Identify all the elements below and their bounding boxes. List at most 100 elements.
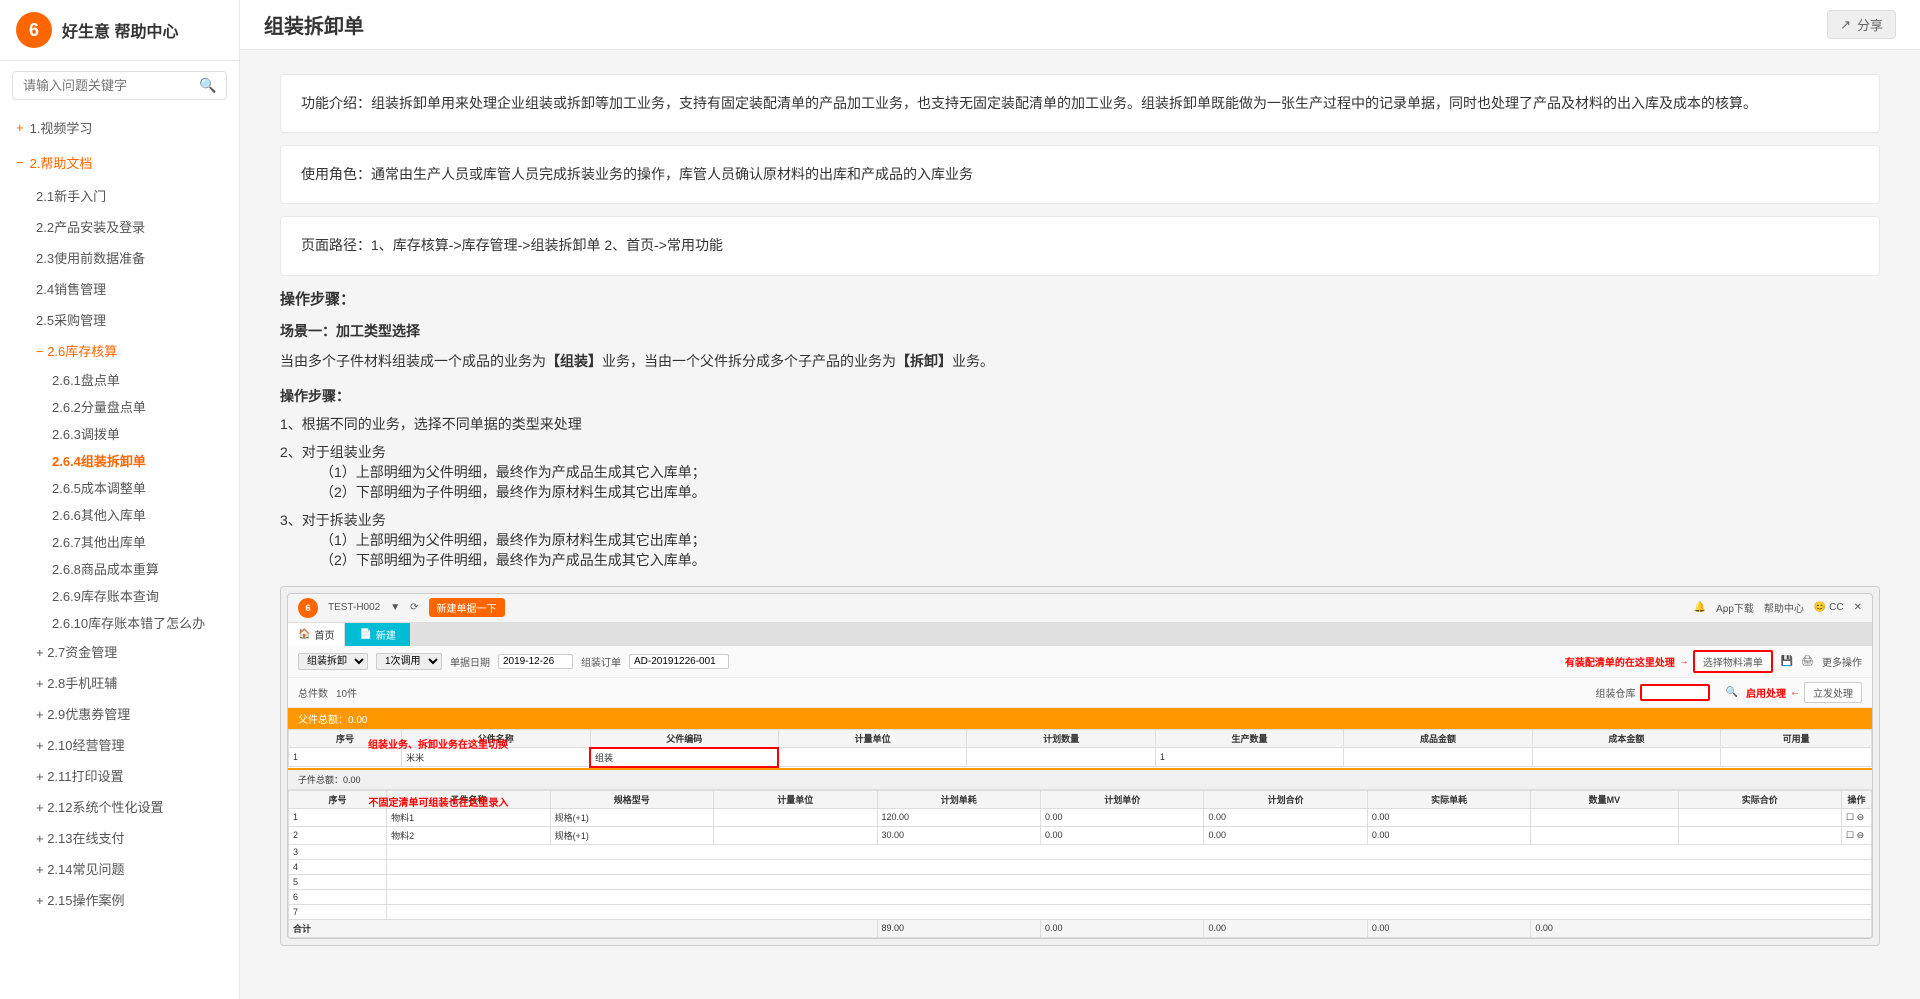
btd-total-label: 合计 — [289, 919, 878, 937]
nav-item-2-11[interactable]: + 2.11打印设置 — [0, 760, 239, 791]
td-top-pamt — [1344, 748, 1532, 767]
nav-item-2-6-4-active[interactable]: 2.6.4组装拆卸单 — [0, 447, 239, 474]
sim-new-btn[interactable]: 新建单据一下 — [429, 598, 505, 617]
sim-wh-input[interactable] — [1640, 684, 1710, 701]
nav-item-2-7[interactable]: + 2.7资金管理 — [0, 636, 239, 667]
nav-item-2-6-10[interactable]: 2.6.10库存账本错了怎么办 — [0, 609, 239, 636]
nav-item-2-4[interactable]: 2.4销售管理 — [0, 273, 239, 304]
btable-row-1: 1 物料1 规格(+1) 120.00 0.00 0.00 0.00 — [289, 808, 1872, 826]
bth-plan-total: 计划合价 — [1204, 790, 1367, 808]
content-area: 功能介绍：组装拆卸单用来处理企业组装或拆卸等加工业务，支持有固定装配清单的产品加… — [240, 50, 1920, 999]
th-avail: 可用量 — [1721, 729, 1872, 748]
sim-asm-input[interactable] — [629, 654, 729, 669]
nav-item-2-6-9[interactable]: 2.6.9库存账本查询 — [0, 582, 239, 609]
btd-total-2: 0.00 — [1040, 919, 1203, 937]
sim-date-label: 单据日期 — [450, 654, 490, 669]
sim-table-top: 序号 父件名称 父件编码 计量单位 计划数量 生产数量 成品金额 成本金额 可用… — [288, 729, 1872, 768]
nav-item-2-6[interactable]: − 2.6库存核算 — [0, 335, 239, 366]
sim-type-bar-label: 父件总额：0.00 — [298, 711, 367, 726]
step2-sub2: （2）下部明细为子件明细，最终作为原材料生成其它出库单。 — [320, 482, 1880, 502]
sim-nav-active[interactable]: 📄 新建 — [345, 623, 409, 646]
sim-type2-select[interactable]: 1次调用 — [376, 653, 442, 670]
nav-item-2-10[interactable]: + 2.10经营管理 — [0, 729, 239, 760]
sidebar: 6 好生意 帮助中心 🔍 + 1.视频学习 − 2.帮助文档 2.1新手入门 2… — [0, 0, 240, 999]
sim-print-icon: 🖨 — [1801, 656, 1814, 667]
path-text: 页面路径：1、库存核算->库存管理->组装拆卸单 2、首页->常用功能 — [301, 237, 723, 253]
sim-doc-icon: 📄 — [359, 629, 371, 640]
sim-help-icon: 帮助中心 — [1764, 600, 1804, 615]
btd-total-4: 0.00 — [1367, 919, 1530, 937]
btd-ops-2: ☐ ⊖ — [1842, 826, 1872, 844]
nav-item-2-6-8[interactable]: 2.6.8商品成本重算 — [0, 555, 239, 582]
sim-enable-btn[interactable]: 立发处理 — [1804, 682, 1862, 703]
arrow-enable: ← — [1790, 687, 1800, 698]
nav-item-2-8[interactable]: + 2.8手机旺辅 — [0, 667, 239, 698]
nav-item-2-15[interactable]: + 2.15操作案例 — [0, 884, 239, 915]
scenario1-desc: 当由多个子件材料组装成一个成品的业务为【组装】业务，当由一个父件拆分成多个子产品… — [280, 349, 1880, 374]
nav-item-2-5[interactable]: 2.5采购管理 — [0, 304, 239, 335]
nav-item-2-2[interactable]: 2.2产品安装及登录 — [0, 211, 239, 242]
td-top-unit — [778, 748, 966, 767]
sim-toolbar: 组装拆卸 1次调用 单据日期 组装订单 — [288, 646, 1872, 678]
btd-spec-2: 规格(+1) — [550, 826, 713, 844]
nav-item-2-3[interactable]: 2.3使用前数据准备 — [0, 242, 239, 273]
th-code: 父件编码 — [590, 729, 778, 748]
share-button[interactable]: ↗ 分享 — [1827, 10, 1896, 39]
nav-item-2-6-6[interactable]: 2.6.6其他入库单 — [0, 501, 239, 528]
step2-text: 2、对于组装业务 — [280, 442, 1880, 462]
nav-section-docs[interactable]: − 2.帮助文档 — [0, 145, 239, 180]
btable-row-4: 4 — [289, 859, 1872, 874]
arrow-bom: → — [1679, 656, 1689, 667]
annotation-switch: 组装业务、拆卸业务在这里切换 — [368, 736, 508, 751]
sidebar-header: 6 好生意 帮助中心 — [0, 0, 239, 61]
sim-type-select[interactable]: 组装拆卸 — [298, 653, 368, 670]
step3-text: 3、对于拆装业务 — [280, 510, 1880, 530]
sim-table-bottom: 序号 子件名称 规格型号 计量单位 计划单耗 计划单价 计划合价 实际单耗 数量… — [288, 790, 1872, 938]
nav-item-2-6-2[interactable]: 2.6.2分量盘点单 — [0, 393, 239, 420]
annotation-enable: 启用处理 — [1746, 685, 1786, 700]
step3-sub2-text: （2）下部明细为子件明细，最终作为产成品生成其它入库单。 — [320, 550, 1880, 570]
sim-bom-area: 有装配清单的在这里处理 → 选择物料清单 — [1565, 650, 1773, 673]
btable-row-3: 3 — [289, 844, 1872, 859]
nav-item-2-1[interactable]: 2.1新手入门 — [0, 180, 239, 211]
bth-spec: 规格型号 — [550, 790, 713, 808]
sim-qty-label: 总件数 — [298, 685, 328, 700]
btd-plan3-1: 0.00 — [1204, 808, 1367, 826]
sim-date-input[interactable] — [498, 654, 573, 669]
screenshot-wrapper: 6 TEST-H002 ▼ ⟳ 新建单据一下 🔔 App下载 帮助中心 😊 CC… — [280, 586, 1880, 946]
nav-item-2-13[interactable]: + 2.13在线支付 — [0, 822, 239, 853]
btable-footer: 合计 89.00 0.00 0.00 0.00 0.00 — [289, 919, 1872, 937]
nav-item-2-14[interactable]: + 2.14常见问题 — [0, 853, 239, 884]
search-box[interactable]: 🔍 — [12, 71, 227, 100]
nav-item-2-6-3[interactable]: 2.6.3调拨单 — [0, 420, 239, 447]
btd-spec-1: 规格(+1) — [550, 808, 713, 826]
search-input[interactable] — [23, 78, 199, 93]
annotation-nofixed: 不固定清单可组装也在这里录入 — [369, 794, 509, 809]
nav-item-2-9[interactable]: + 2.9优惠券管理 — [0, 698, 239, 729]
btd-plan1-2: 30.00 — [877, 826, 1040, 844]
td-top-camt — [1532, 748, 1720, 767]
sim-nav-home[interactable]: 🏠 首页 — [288, 623, 345, 646]
btd-plan2-1: 0.00 — [1040, 808, 1203, 826]
td-top-prod: 1 — [1155, 748, 1343, 767]
sim-bom-btn[interactable]: 选择物料清单 — [1693, 650, 1773, 673]
nav-item-2-6-1[interactable]: 2.6.1盘点单 — [0, 366, 239, 393]
sim-home-icon: 🏠 — [298, 629, 310, 640]
nav-item-2-6-7[interactable]: 2.6.7其他出库单 — [0, 528, 239, 555]
role-text: 使用角色：通常由生产人员或库管人员完成拆装业务的操作，库管人员确认原材料的出库和… — [301, 166, 973, 182]
nav-section-videos[interactable]: + 1.视频学习 — [0, 110, 239, 145]
th-unit: 计量单位 — [778, 729, 966, 748]
operations-title: 操作步骤： — [280, 288, 1880, 309]
nav-item-2-12[interactable]: + 2.12系统个性化设置 — [0, 791, 239, 822]
th-cost-amt: 成本金额 — [1532, 729, 1720, 748]
sim-enable-area: 组装仓库 — [1596, 684, 1710, 701]
btd-ops-1: ☐ ⊖ — [1842, 808, 1872, 826]
sim-close-icon: ✕ — [1854, 602, 1862, 613]
search-icon[interactable]: 🔍 — [199, 77, 216, 94]
btd-no-1: 1 — [289, 808, 387, 826]
intro-card: 功能介绍：组装拆卸单用来处理企业组装或拆卸等加工业务，支持有固定装配清单的产品加… — [280, 74, 1880, 133]
table-row-top-1: 1 米米 组装 1 — [289, 748, 1872, 767]
btd-total-1: 89.00 — [877, 919, 1040, 937]
nav-item-2-6-5[interactable]: 2.6.5成本调整单 — [0, 474, 239, 501]
btable-row-7: 7 — [289, 904, 1872, 919]
